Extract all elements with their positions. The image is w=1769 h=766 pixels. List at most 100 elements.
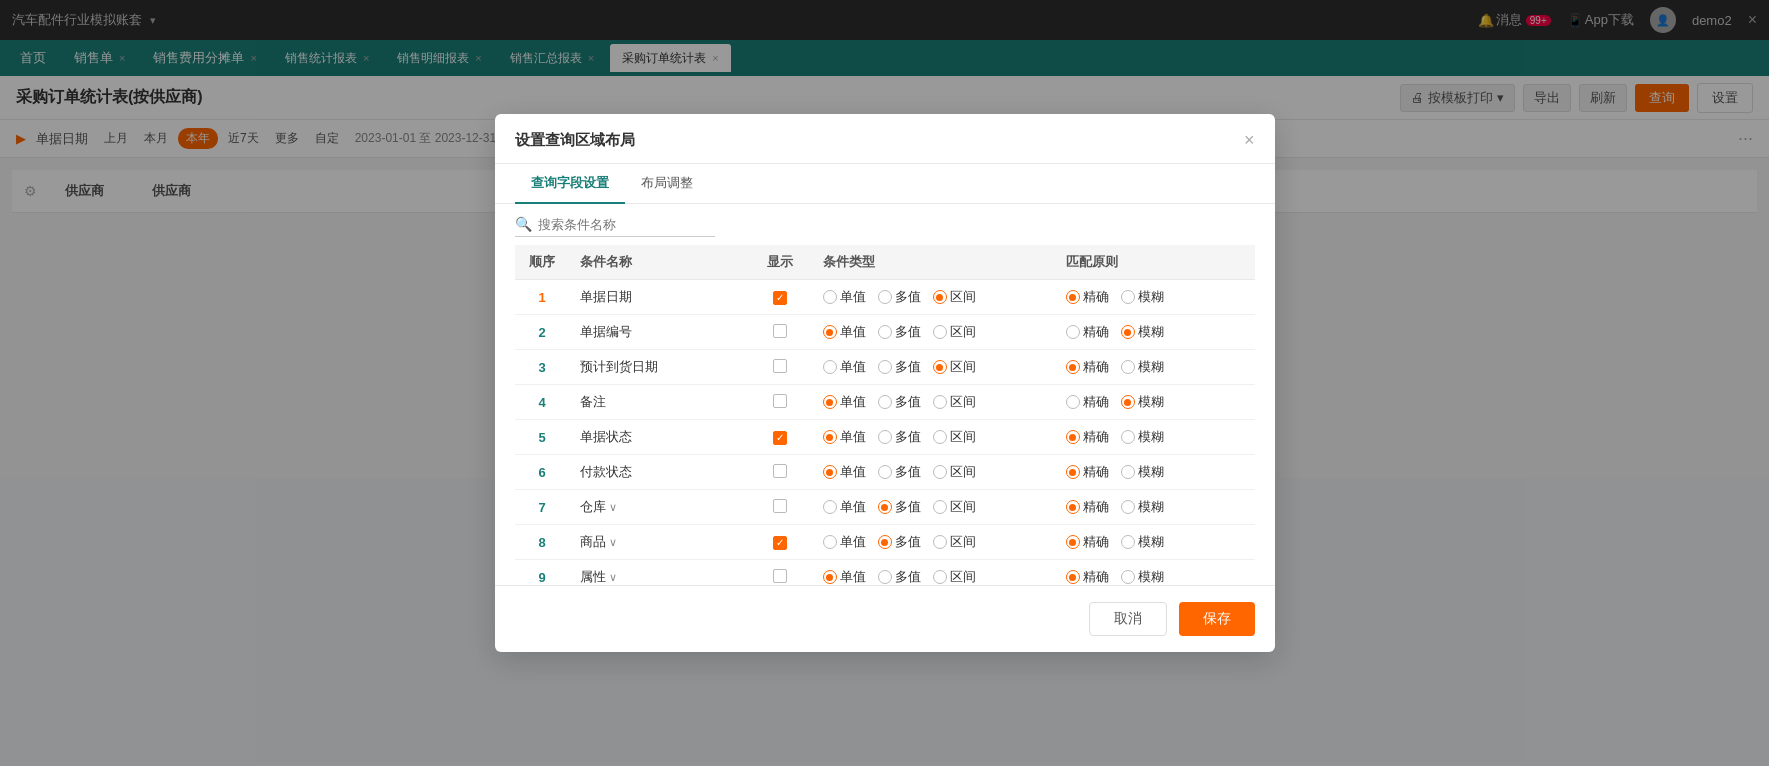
row-match: 精确模糊 <box>1056 385 1255 420</box>
match-radio-match_fuzzy[interactable]: 模糊 <box>1121 463 1164 478</box>
row-display[interactable] <box>746 350 812 385</box>
match-radio-match_exact[interactable]: 精确 <box>1066 428 1109 446</box>
radio-circle <box>1066 430 1080 444</box>
table-row: 2单据编号单值多值区间精确模糊 <box>515 315 1255 350</box>
match-radio-match_fuzzy[interactable]: 模糊 <box>1121 358 1164 376</box>
type-radio-type_range[interactable]: 区间 <box>933 428 976 446</box>
type-radio-type_single[interactable]: 单值 <box>823 358 866 376</box>
type-radio-type_range[interactable]: 区间 <box>933 463 976 478</box>
search-input[interactable] <box>538 217 698 232</box>
modal-close-btn[interactable]: × <box>1244 130 1255 151</box>
row-name: 单据状态 <box>570 420 747 455</box>
radio-circle <box>823 360 837 374</box>
row-type: 单值多值区间 <box>813 420 1056 455</box>
radio-circle <box>1066 465 1080 478</box>
match-radio-match_fuzzy[interactable]: 模糊 <box>1121 288 1164 306</box>
row-type: 单值多值区间 <box>813 455 1056 479</box>
type-radio-type_multi[interactable]: 多值 <box>878 358 921 376</box>
modal-tab-layout[interactable]: 布局调整 <box>625 164 709 204</box>
modal-header: 设置查询区域布局 × <box>495 114 1275 164</box>
row-display[interactable] <box>746 455 812 479</box>
display-checkbox[interactable]: ✓ <box>773 291 787 305</box>
type-radio-type_range[interactable]: 区间 <box>933 393 976 411</box>
modal-dialog: 设置查询区域布局 × 查询字段设置 布局调整 🔍 顺序 <box>495 114 1275 478</box>
radio-circle <box>933 430 947 444</box>
radio-circle <box>1121 395 1135 409</box>
radio-circle <box>1121 325 1135 339</box>
radio-circle <box>933 465 947 478</box>
search-icon: 🔍 <box>515 216 532 232</box>
type-radio-type_multi[interactable]: 多值 <box>878 288 921 306</box>
radio-circle <box>1121 360 1135 374</box>
radio-circle <box>878 325 892 339</box>
modal-tabs: 查询字段设置 布局调整 <box>495 164 1275 204</box>
row-name: 单据日期 <box>570 280 747 315</box>
match-radio-match_exact[interactable]: 精确 <box>1066 358 1109 376</box>
radio-circle <box>823 325 837 339</box>
row-name: 付款状态 <box>570 455 747 479</box>
type-radio-type_single[interactable]: 单值 <box>823 323 866 341</box>
row-match: 精确模糊 <box>1056 280 1255 315</box>
type-radio-type_multi[interactable]: 多值 <box>878 428 921 446</box>
match-radio-match_fuzzy[interactable]: 模糊 <box>1121 323 1164 341</box>
type-radio-type_multi[interactable]: 多值 <box>878 323 921 341</box>
modal-title: 设置查询区域布局 <box>515 131 635 150</box>
table-row: 5单据状态✓单值多值区间精确模糊 <box>515 420 1255 455</box>
row-display[interactable]: ✓ <box>746 420 812 455</box>
match-radio-match_exact[interactable]: 精确 <box>1066 323 1109 341</box>
row-display[interactable]: ✓ <box>746 280 812 315</box>
row-display[interactable] <box>746 385 812 420</box>
radio-circle <box>1121 430 1135 444</box>
modal-table: 顺序 条件名称 显示 条件类型 匹配原则 1单据日期✓单值多值区间精确模糊2单据… <box>495 245 1275 478</box>
table-row: 1单据日期✓单值多值区间精确模糊 <box>515 280 1255 315</box>
row-name: 单据编号 <box>570 315 747 350</box>
radio-circle <box>878 360 892 374</box>
radio-circle <box>1066 290 1080 304</box>
modal-tab-query[interactable]: 查询字段设置 <box>515 164 625 204</box>
table-row: 3预计到货日期单值多值区间精确模糊 <box>515 350 1255 385</box>
radio-circle <box>823 290 837 304</box>
type-radio-type_multi[interactable]: 多值 <box>878 463 921 478</box>
row-order: 6 <box>515 455 570 479</box>
th-type: 条件类型 <box>813 245 1056 280</box>
type-radio-type_single[interactable]: 单值 <box>823 428 866 446</box>
th-display: 显示 <box>746 245 812 280</box>
row-name: 预计到货日期 <box>570 350 747 385</box>
radio-circle <box>1066 360 1080 374</box>
display-checkbox[interactable] <box>773 359 787 373</box>
row-display[interactable] <box>746 315 812 350</box>
radio-circle <box>878 290 892 304</box>
display-checkbox[interactable]: ✓ <box>773 431 787 445</box>
table-header-row: 顺序 条件名称 显示 条件类型 匹配原则 <box>515 245 1255 280</box>
radio-circle <box>1066 395 1080 409</box>
radio-circle <box>1066 325 1080 339</box>
row-type: 单值多值区间 <box>813 350 1056 385</box>
type-radio-type_range[interactable]: 区间 <box>933 358 976 376</box>
type-radio-type_single[interactable]: 单值 <box>823 393 866 411</box>
type-radio-type_single[interactable]: 单值 <box>823 463 866 478</box>
search-box: 🔍 <box>515 216 715 237</box>
radio-circle <box>823 430 837 444</box>
match-radio-match_fuzzy[interactable]: 模糊 <box>1121 393 1164 411</box>
type-radio-type_single[interactable]: 单值 <box>823 288 866 306</box>
radio-circle <box>1121 290 1135 304</box>
display-checkbox[interactable] <box>773 394 787 408</box>
display-checkbox[interactable] <box>773 324 787 338</box>
match-radio-match_exact[interactable]: 精确 <box>1066 463 1109 478</box>
display-checkbox[interactable] <box>773 464 787 478</box>
radio-circle <box>878 465 892 478</box>
radio-circle <box>933 360 947 374</box>
radio-circle <box>933 325 947 339</box>
type-radio-type_multi[interactable]: 多值 <box>878 393 921 411</box>
match-radio-match_exact[interactable]: 精确 <box>1066 393 1109 411</box>
radio-circle <box>823 395 837 409</box>
row-order: 5 <box>515 420 570 455</box>
th-name: 条件名称 <box>570 245 747 280</box>
row-order: 4 <box>515 385 570 420</box>
match-radio-match_exact[interactable]: 精确 <box>1066 288 1109 306</box>
radio-circle <box>1121 465 1135 478</box>
match-radio-match_fuzzy[interactable]: 模糊 <box>1121 428 1164 446</box>
type-radio-type_range[interactable]: 区间 <box>933 288 976 306</box>
th-match: 匹配原则 <box>1056 245 1255 280</box>
type-radio-type_range[interactable]: 区间 <box>933 323 976 341</box>
